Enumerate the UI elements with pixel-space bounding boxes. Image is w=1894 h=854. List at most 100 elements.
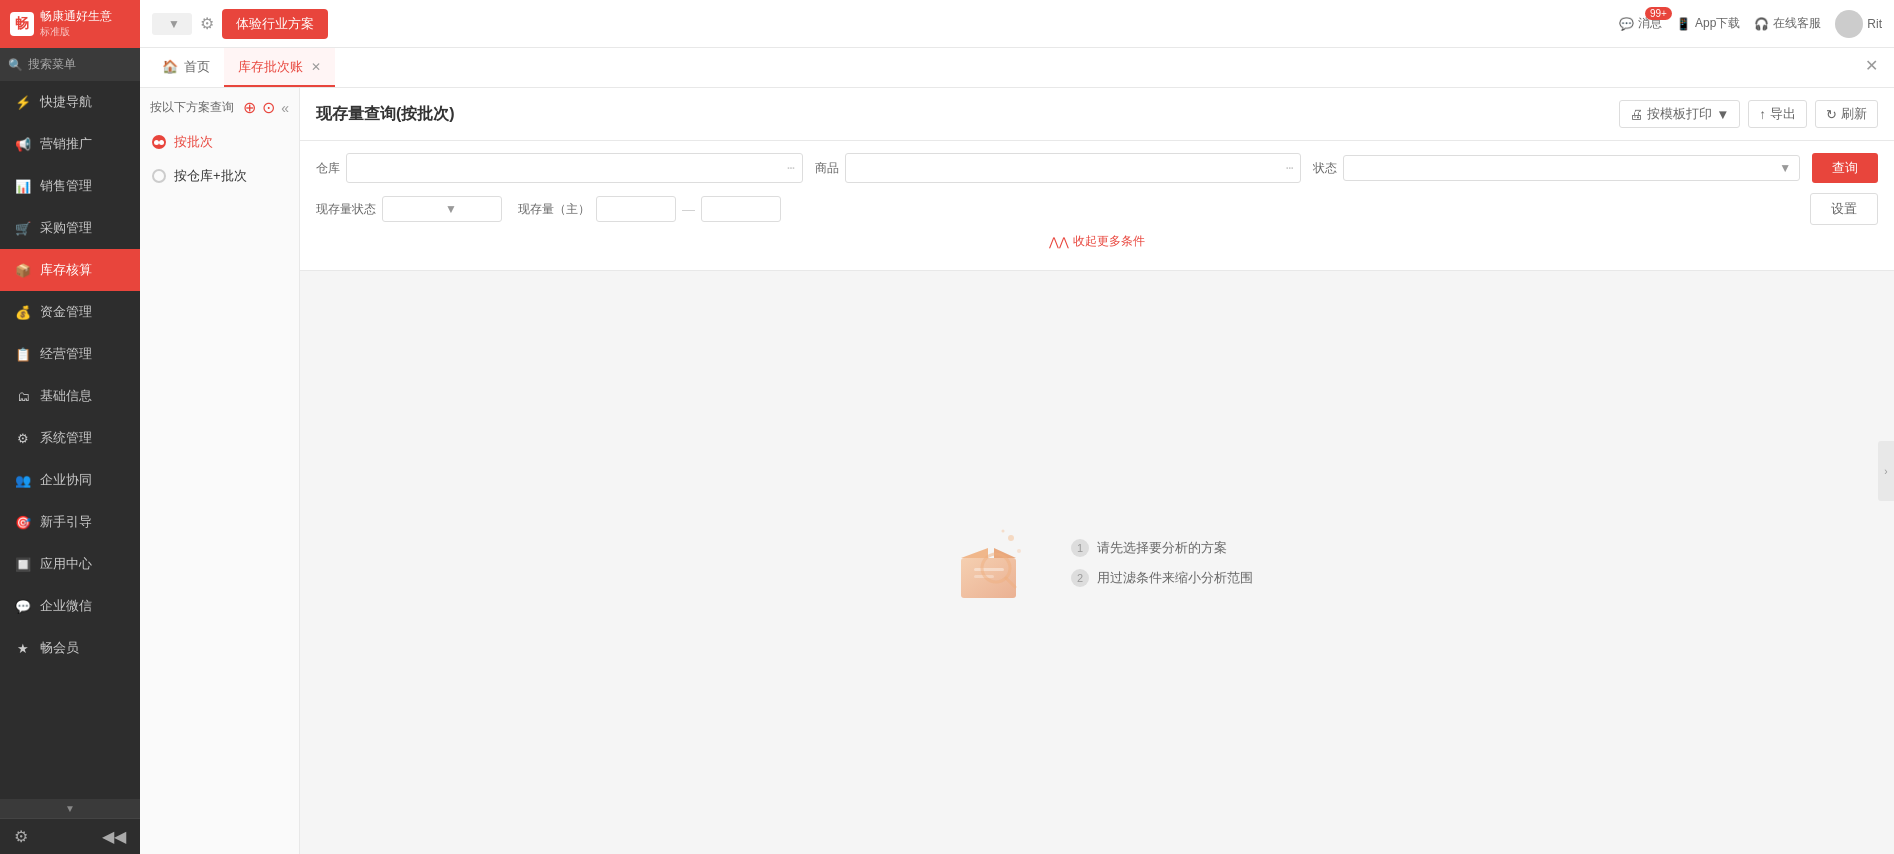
svg-rect-3 xyxy=(974,568,1004,571)
settings-icon[interactable]: ⚙ xyxy=(14,827,28,846)
filter-option-by-batch[interactable]: 按批次 xyxy=(140,125,299,159)
breadcrumb: ▼ xyxy=(152,13,192,35)
filter-panel: 按以下方案查询 ⊕ ⊙ « 按批次 按仓库+批次 xyxy=(140,88,300,854)
app-download-button[interactable]: 📱 App下载 xyxy=(1676,15,1740,32)
qty-dash: — xyxy=(682,202,695,217)
sidebar-item-system[interactable]: ⚙ 系统管理 xyxy=(0,417,140,459)
sidebar-item-enterprise[interactable]: 👥 企业协同 xyxy=(0,459,140,501)
download-icon: 📱 xyxy=(1676,17,1691,31)
stock-status-select[interactable]: ▼ xyxy=(382,196,502,222)
page-title: 现存量查询(按批次) xyxy=(316,104,455,125)
stock-status-chevron-icon: ▼ xyxy=(445,202,493,216)
svg-point-7 xyxy=(1002,529,1005,532)
warehouse-label: 仓库 xyxy=(316,160,340,177)
main-close-button[interactable]: ✕ xyxy=(1865,56,1878,75)
topbar-gear-icon[interactable]: ⚙ xyxy=(200,14,214,33)
sidebar-item-label: 应用中心 xyxy=(40,555,92,573)
sidebar-item-member[interactable]: ★ 畅会员 xyxy=(0,627,140,669)
sidebar-item-label: 系统管理 xyxy=(40,429,92,447)
svg-point-6 xyxy=(1017,549,1021,553)
tab-inventory-batch[interactable]: 库存批次账 ✕ xyxy=(224,48,335,87)
product-input[interactable]: ··· xyxy=(845,153,1302,183)
query-button[interactable]: 查询 xyxy=(1812,153,1878,183)
sidebar-item-finance[interactable]: 💰 资金管理 xyxy=(0,291,140,333)
radio-by-warehouse-batch xyxy=(152,169,166,183)
sidebar-item-basic[interactable]: 🗂 基础信息 xyxy=(0,375,140,417)
marketing-icon: 📢 xyxy=(14,135,32,153)
stock-qty-min-input[interactable] xyxy=(596,196,676,222)
collapse-more-button[interactable]: ⋀⋀ 收起更多条件 xyxy=(316,225,1878,258)
sidebar-item-operations[interactable]: 📋 经营管理 xyxy=(0,333,140,375)
empty-tip-2: 2 用过滤条件来缩小分析范围 xyxy=(1071,569,1253,587)
sidebar-item-label: 资金管理 xyxy=(40,303,92,321)
inventory-icon: 📦 xyxy=(14,261,32,279)
filter-row-2: 现存量状态 ▼ 现存量（主） — 设置 xyxy=(316,193,1878,225)
main-area: ▼ ⚙ 体验行业方案 💬 消息 99+ 📱 App下载 🎧 在线客服 Rit xyxy=(140,0,1894,854)
product-label: 商品 xyxy=(815,160,839,177)
filter-panel-title: 按以下方案查询 xyxy=(150,99,234,116)
app-center-icon: 🔲 xyxy=(14,555,32,573)
stock-qty-field: 现存量（主） — xyxy=(518,196,781,222)
filter-option-by-warehouse-batch[interactable]: 按仓库+批次 xyxy=(140,159,299,193)
collapse-filter-icon[interactable]: « xyxy=(281,100,289,116)
settings-filter-icon[interactable]: ⊙ xyxy=(262,98,275,117)
topbar-right: 💬 消息 99+ 📱 App下载 🎧 在线客服 Rit xyxy=(1619,10,1882,38)
sidebar-search[interactable]: 🔍 搜索菜单 xyxy=(0,48,140,81)
empty-tip-1: 1 请先选择要分析的方案 xyxy=(1071,539,1253,557)
warehouse-input[interactable]: ··· xyxy=(346,153,803,183)
wechat-icon: 💬 xyxy=(14,597,32,615)
refresh-button[interactable]: ↻ 刷新 xyxy=(1815,100,1878,128)
stock-status-label: 现存量状态 xyxy=(316,201,376,218)
sidebar-item-label: 营销推广 xyxy=(40,135,92,153)
sidebar-item-marketing[interactable]: 📢 营销推广 xyxy=(0,123,140,165)
sidebar-item-label: 快捷导航 xyxy=(40,93,92,111)
sidebar-item-wechat[interactable]: 💬 企业微信 xyxy=(0,585,140,627)
empty-content: 1 请先选择要分析的方案 2 用过滤条件来缩小分析范围 xyxy=(941,513,1253,613)
refresh-icon: ↻ xyxy=(1826,107,1837,122)
search-filters: 仓库 ··· 商品 ··· xyxy=(300,141,1894,271)
sidebar-item-app-center[interactable]: 🔲 应用中心 xyxy=(0,543,140,585)
tab-close-icon[interactable]: ✕ xyxy=(311,60,321,74)
status-select[interactable]: ▼ xyxy=(1343,155,1800,181)
collapse-icon[interactable]: ◀◀ xyxy=(102,827,126,846)
finance-icon: 💰 xyxy=(14,303,32,321)
status-field: 状态 ▼ xyxy=(1313,155,1800,181)
tab-inventory-label: 库存批次账 xyxy=(238,58,303,76)
print-label: 按模板打印 xyxy=(1647,105,1712,123)
sidebar-scroll-down[interactable]: ▼ xyxy=(0,799,140,818)
sidebar-item-purchase[interactable]: 🛒 采购管理 xyxy=(0,207,140,249)
tab-home-label: 首页 xyxy=(184,58,210,76)
tip-num-2: 2 xyxy=(1071,569,1089,587)
page-header: 现存量查询(按批次) 🖨 按模板打印 ▼ ↑ 导出 ↻ 刷新 xyxy=(300,88,1894,141)
filter-panel-icons: ⊕ ⊙ « xyxy=(243,98,289,117)
sidebar-item-sales[interactable]: 📊 销售管理 xyxy=(0,165,140,207)
sidebar-item-label: 基础信息 xyxy=(40,387,92,405)
stock-qty-max-input[interactable] xyxy=(701,196,781,222)
print-button[interactable]: 🖨 按模板打印 ▼ xyxy=(1619,100,1740,128)
tab-home[interactable]: 🏠 首页 xyxy=(148,48,224,87)
tip-num-1: 1 xyxy=(1071,539,1089,557)
export-label: 导出 xyxy=(1770,105,1796,123)
trial-button[interactable]: 体验行业方案 xyxy=(222,9,328,39)
sidebar-item-quicknav[interactable]: ⚡ 快捷导航 xyxy=(0,81,140,123)
user-profile-button[interactable]: Rit xyxy=(1835,10,1882,38)
online-service-button[interactable]: 🎧 在线客服 xyxy=(1754,15,1821,32)
sales-icon: 📊 xyxy=(14,177,32,195)
sidebar: 畅 畅康通好生意 标准版 🔍 搜索菜单 ⚡ 快捷导航 📢 营销推广 📊 销售管理… xyxy=(0,0,140,854)
avatar xyxy=(1835,10,1863,38)
sidebar-header: 畅 畅康通好生意 标准版 xyxy=(0,0,140,48)
add-icon[interactable]: ⊕ xyxy=(243,98,256,117)
settings-button[interactable]: 设置 xyxy=(1810,193,1878,225)
print-icon: 🖨 xyxy=(1630,107,1643,122)
tabbar: 🏠 首页 库存批次账 ✕ ✕ xyxy=(140,48,1894,88)
export-button[interactable]: ↑ 导出 xyxy=(1748,100,1807,128)
right-panel-toggle[interactable]: › xyxy=(1878,441,1894,501)
filter-by-warehouse-batch-label: 按仓库+批次 xyxy=(174,167,247,185)
empty-tips: 1 请先选择要分析的方案 2 用过滤条件来缩小分析范围 xyxy=(1071,539,1253,587)
collapse-up-icon: ⋀⋀ xyxy=(1049,235,1069,249)
breadcrumb-chevron-icon: ▼ xyxy=(168,17,180,31)
messages-button[interactable]: 💬 消息 99+ xyxy=(1619,15,1662,32)
sidebar-item-newbie[interactable]: 🎯 新手引导 xyxy=(0,501,140,543)
sidebar-item-inventory[interactable]: 📦 库存核算 xyxy=(0,249,140,291)
newbie-icon: 🎯 xyxy=(14,513,32,531)
